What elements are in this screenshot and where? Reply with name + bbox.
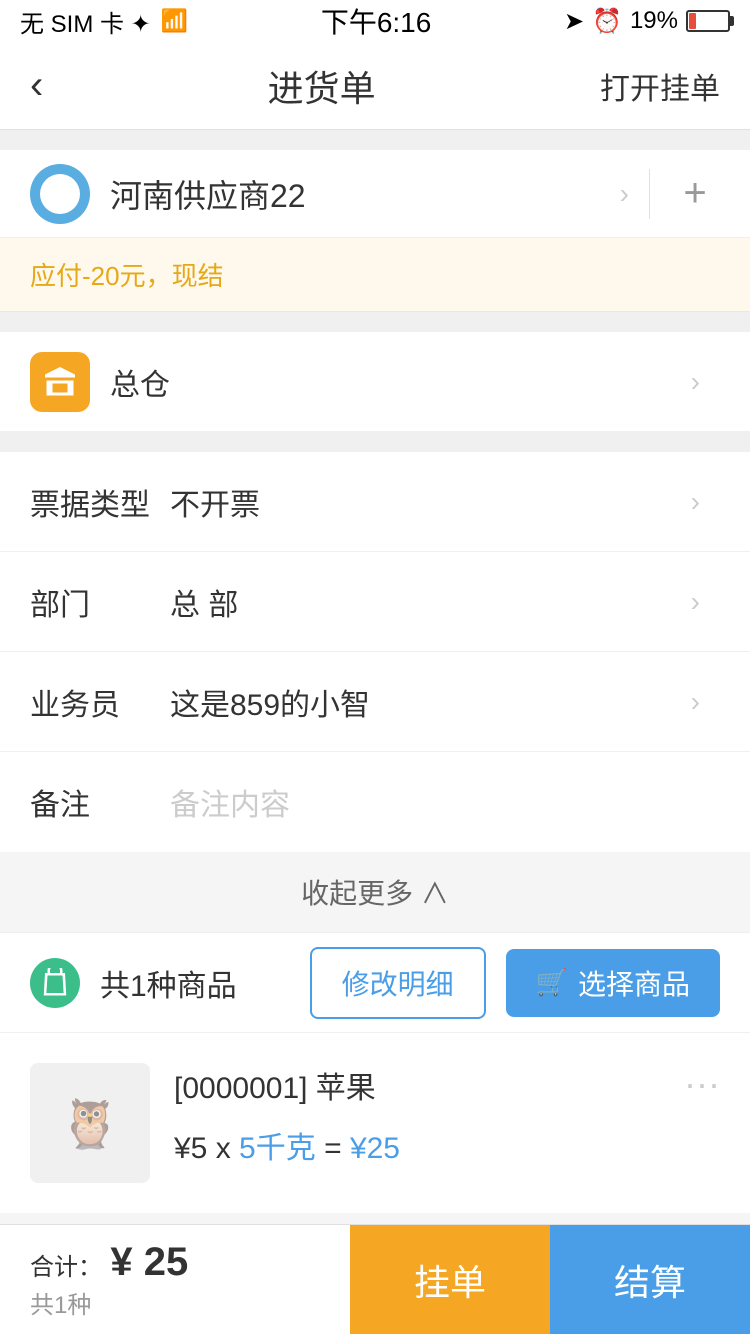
product-name: [0000001] 苹果 (174, 1063, 674, 1107)
hold-button[interactable]: 挂单 (350, 1225, 550, 1334)
salesperson-label: 业务员 (30, 680, 170, 724)
warehouse-svg (42, 364, 78, 400)
invoice-type-row[interactable]: 票据类型 不开票 › (0, 452, 750, 552)
cart-icon: 🛒 (536, 967, 568, 998)
status-bar: 无 SIM 卡 ✦ 📶 下午6:16 ➤ ⏰ 19% (0, 0, 750, 42)
total-price: ¥25 (350, 1132, 400, 1165)
status-right: ➤ ⏰ 19% (564, 7, 730, 36)
warehouse-chevron-icon: › (691, 366, 700, 398)
product-header: 共1种商品 修改明细 🛒 选择商品 (0, 932, 750, 1032)
section-divider-1 (0, 130, 750, 150)
supplier-row[interactable]: 河南供应商22 › + (0, 150, 750, 238)
collapse-bar[interactable]: 收起更多 ∧ (0, 852, 750, 932)
location-icon: ➤ (564, 7, 584, 36)
department-chevron-icon: › (691, 586, 700, 618)
warehouse-icon (30, 352, 90, 412)
open-hold-button[interactable]: 打开挂单 (600, 64, 720, 108)
bottom-bar: 合计： ¥ 25 共1种 挂单 结算 (0, 1224, 750, 1334)
invoice-type-label: 票据类型 (30, 480, 170, 524)
vertical-divider (649, 169, 650, 219)
department-row[interactable]: 部门 总 部 › (0, 552, 750, 652)
warehouse-row[interactable]: 总仓 › (0, 332, 750, 432)
product-more-button[interactable]: ··· (684, 1063, 720, 1105)
page-title: 进货单 (268, 60, 376, 112)
edit-detail-button[interactable]: 修改明细 (310, 947, 486, 1019)
checkout-button[interactable]: 结算 (550, 1225, 750, 1334)
equals: = (324, 1132, 350, 1165)
status-left: 无 SIM 卡 ✦ 📶 (20, 4, 188, 39)
battery-icon (686, 10, 730, 32)
section-divider-2 (0, 312, 750, 332)
invoice-type-chevron-icon: › (691, 486, 700, 518)
warehouse-name: 总仓 (110, 360, 691, 404)
total-sub: 共1种 (30, 1285, 320, 1320)
avatar-inner (40, 174, 80, 214)
remark-label: 备注 (30, 780, 170, 824)
remark-row[interactable]: 备注 备注内容 (0, 752, 750, 852)
select-product-label: 选择商品 (578, 963, 690, 1003)
select-product-button[interactable]: 🛒 选择商品 (506, 949, 720, 1017)
form-section: 票据类型 不开票 › 部门 总 部 › 业务员 这是859的小智 › 备注 备注… (0, 452, 750, 852)
remark-value: 备注内容 (170, 780, 720, 824)
product-item: 🦉 [0000001] 苹果 ¥5 x 5千克 = ¥25 ··· (0, 1032, 750, 1213)
salesperson-value: 这是859的小智 (170, 680, 691, 724)
battery-percent: 19% (630, 7, 678, 35)
warehouse-section: 总仓 › (0, 332, 750, 432)
qty-highlight: 5千克 (239, 1132, 316, 1165)
product-info: [0000001] 苹果 ¥5 x 5千克 = ¥25 (174, 1063, 674, 1167)
total-section: 合计： ¥ 25 共1种 (0, 1240, 350, 1320)
product-thumbnail: 🦉 (30, 1063, 150, 1183)
wifi-icon: 📶 (161, 8, 188, 34)
product-thumb-icon: 🦉 (60, 1095, 120, 1152)
department-label: 部门 (30, 580, 170, 624)
total-amount: ¥ 25 (110, 1240, 188, 1284)
department-value: 总 部 (170, 580, 691, 624)
total-row: 合计： ¥ 25 (30, 1240, 320, 1285)
invoice-type-value: 不开票 (170, 480, 691, 524)
salesperson-row[interactable]: 业务员 这是859的小智 › (0, 652, 750, 752)
supplier-avatar (30, 164, 90, 224)
alarm-icon: ⏰ (592, 7, 622, 36)
supplier-chevron-icon: › (620, 178, 629, 210)
product-count: 共1种商品 (100, 961, 310, 1005)
salesperson-chevron-icon: › (691, 686, 700, 718)
notice-bar: 应付-20元，现结 (0, 238, 750, 312)
supplier-name: 河南供应商22 (110, 171, 620, 217)
add-supplier-button[interactable]: + (670, 171, 720, 216)
product-header-icon (30, 958, 80, 1008)
status-time: 下午6:16 (321, 1, 432, 41)
supplier-section: 河南供应商22 › + 应付-20元，现结 (0, 150, 750, 312)
section-divider-3 (0, 432, 750, 452)
nav-bar: ‹ 进货单 打开挂单 (0, 42, 750, 130)
product-price: ¥5 x 5千克 = ¥25 (174, 1123, 674, 1167)
back-button[interactable]: ‹ (30, 63, 43, 108)
unit-price: ¥5 x (174, 1132, 239, 1165)
shopping-bag-icon (40, 968, 70, 998)
sim-label: 无 SIM 卡 ✦ (20, 4, 151, 39)
total-label: 合计： (30, 1254, 102, 1281)
